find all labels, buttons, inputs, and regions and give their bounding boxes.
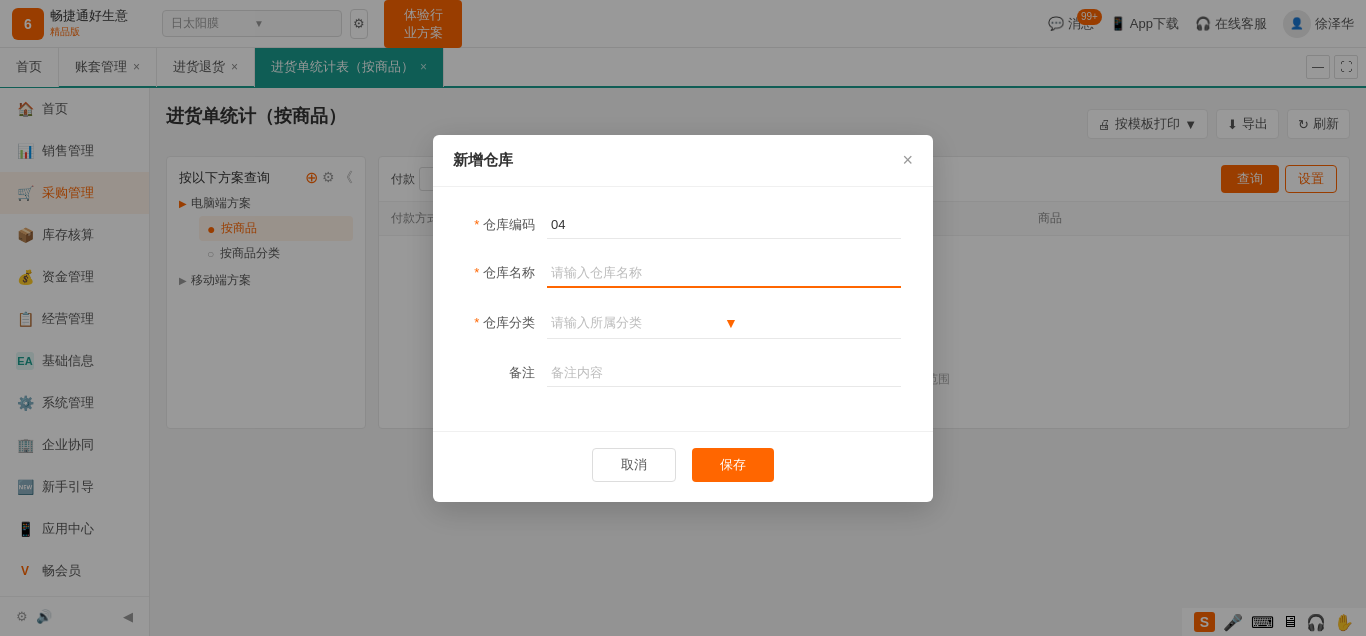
dialog-new-warehouse: 新增仓库 × 仓库编码 仓库名称 仓库分类 请输入所属分类 ▼ 备注 bbox=[433, 135, 933, 502]
form-row-name: 仓库名称 bbox=[465, 259, 901, 288]
warehouse-code-label: 仓库编码 bbox=[465, 216, 535, 234]
dialog-body: 仓库编码 仓库名称 仓库分类 请输入所属分类 ▼ 备注 bbox=[433, 187, 933, 431]
dialog-header: 新增仓库 × bbox=[433, 135, 933, 187]
remark-input[interactable] bbox=[547, 359, 901, 387]
dialog-footer: 取消 保存 bbox=[433, 431, 933, 502]
save-button[interactable]: 保存 bbox=[692, 448, 774, 482]
warehouse-name-label: 仓库名称 bbox=[465, 264, 535, 282]
modal-overlay: 新增仓库 × 仓库编码 仓库名称 仓库分类 请输入所属分类 ▼ 备注 bbox=[0, 0, 1366, 636]
warehouse-code-input[interactable] bbox=[547, 211, 901, 239]
category-dropdown-icon: ▼ bbox=[724, 315, 897, 331]
remark-label: 备注 bbox=[465, 364, 535, 382]
warehouse-category-label: 仓库分类 bbox=[465, 314, 535, 332]
form-row-category: 仓库分类 请输入所属分类 ▼ bbox=[465, 308, 901, 339]
form-row-code: 仓库编码 bbox=[465, 211, 901, 239]
warehouse-name-input[interactable] bbox=[547, 259, 901, 288]
warehouse-category-select[interactable]: 请输入所属分类 ▼ bbox=[547, 308, 901, 339]
dialog-close-button[interactable]: × bbox=[902, 151, 913, 169]
form-row-remark: 备注 bbox=[465, 359, 901, 387]
cancel-button[interactable]: 取消 bbox=[592, 448, 676, 482]
dialog-title: 新增仓库 bbox=[453, 151, 513, 170]
warehouse-category-placeholder: 请输入所属分类 bbox=[551, 314, 724, 332]
